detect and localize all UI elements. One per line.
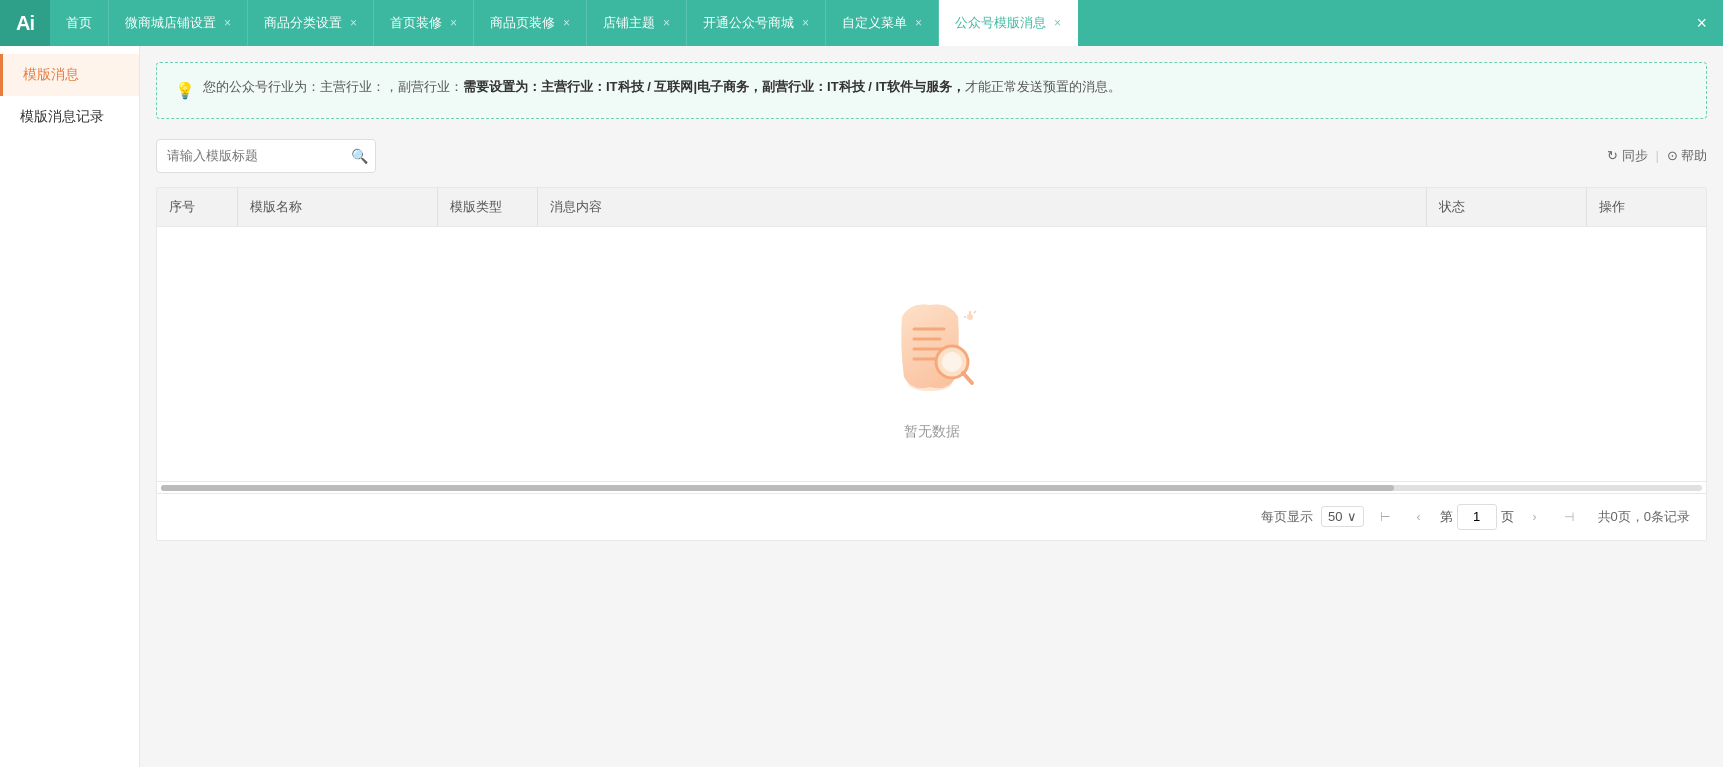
search-bar: 🔍 ↻ 同步 | ⊙ 帮助 xyxy=(156,139,1707,173)
nav-tab-label-4: 商品页装修 xyxy=(490,14,555,32)
sidebar-item-0[interactable]: 模版消息 xyxy=(0,54,139,96)
table-header-col-2: 模版类型 xyxy=(437,188,537,226)
nav-tab-label-1: 微商城店铺设置 xyxy=(125,14,216,32)
table-header-col-0: 序号 xyxy=(157,188,237,226)
table-header-col-5: 操作 xyxy=(1586,188,1706,226)
search-input-wrap: 🔍 xyxy=(156,139,376,173)
help-button[interactable]: ⊙ 帮助 xyxy=(1667,147,1707,165)
page-input-wrap: 第 页 xyxy=(1440,504,1514,530)
nav-tab-label-5: 店铺主题 xyxy=(603,14,655,32)
nav-tab-label-8: 公众号模版消息 xyxy=(955,14,1046,32)
industry-alert: 💡 您的公众号行业为：主营行业：，副营行业：需要设置为：主营行业：IT科技 / … xyxy=(156,62,1707,119)
nav-tab-6[interactable]: 开通公众号商城 × xyxy=(687,0,826,46)
divider: | xyxy=(1656,148,1659,163)
search-input[interactable] xyxy=(156,139,376,173)
help-icon: ⊙ xyxy=(1667,148,1678,163)
empty-illustration xyxy=(872,287,992,407)
sync-button[interactable]: ↻ 同步 xyxy=(1607,147,1648,165)
nav-tab-close-4[interactable]: × xyxy=(563,16,570,30)
sync-icon: ↻ xyxy=(1607,148,1618,163)
nav-tab-close-5[interactable]: × xyxy=(663,16,670,30)
svg-line-7 xyxy=(963,373,972,383)
nav-tab-close-1[interactable]: × xyxy=(224,16,231,30)
nav-tab-8[interactable]: 公众号模版消息 × xyxy=(939,0,1078,46)
scrollbar-thumb[interactable] xyxy=(161,485,1394,491)
scrollbar-track xyxy=(161,485,1702,491)
svg-point-6 xyxy=(942,352,962,372)
main-layout: 模版消息模版消息记录 💡 您的公众号行业为：主营行业：，副营行业：需要设置为：主… xyxy=(0,46,1723,767)
nav-tab-0[interactable]: 首页 xyxy=(50,0,109,46)
nav-tab-close-7[interactable]: × xyxy=(915,16,922,30)
empty-state: 暂无数据 xyxy=(157,227,1706,481)
table-header-col-1: 模版名称 xyxy=(237,188,437,226)
nav-tab-close-6[interactable]: × xyxy=(802,16,809,30)
nav-tab-label-6: 开通公众号商城 xyxy=(703,14,794,32)
nav-tab-close-8[interactable]: × xyxy=(1054,16,1061,30)
nav-tab-label-7: 自定义菜单 xyxy=(842,14,907,32)
nav-tab-5[interactable]: 店铺主题 × xyxy=(587,0,687,46)
per-page-select[interactable]: 50 ∨ xyxy=(1321,506,1363,527)
global-close-button[interactable]: × xyxy=(1680,0,1723,46)
pagination: 每页显示 50 ∨ ⊢ ‹ 第 页 › ⊣ 共0页，0条记录 xyxy=(157,493,1706,540)
total-info: 共0页，0条记录 xyxy=(1598,508,1690,526)
svg-line-11 xyxy=(974,311,976,313)
horizontal-scrollbar[interactable] xyxy=(157,481,1706,493)
nav-tab-3[interactable]: 首页装修 × xyxy=(374,0,474,46)
nav-tab-2[interactable]: 商品分类设置 × xyxy=(248,0,374,46)
empty-text: 暂无数据 xyxy=(904,423,960,441)
nav-tab-close-3[interactable]: × xyxy=(450,16,457,30)
table-header-col-3: 消息内容 xyxy=(537,188,1426,226)
prev-page-button[interactable]: ‹ xyxy=(1406,504,1432,530)
next-page-button[interactable]: › xyxy=(1522,504,1548,530)
nav-tab-label-0: 首页 xyxy=(66,14,92,32)
top-nav: Ai 首页微商城店铺设置×商品分类设置×首页装修×商品页装修×店铺主题×开通公众… xyxy=(0,0,1723,46)
content-area: 💡 您的公众号行业为：主营行业：，副营行业：需要设置为：主营行业：IT科技 / … xyxy=(140,46,1723,767)
sidebar: 模版消息模版消息记录 xyxy=(0,46,140,767)
table-header-col-4: 状态 xyxy=(1426,188,1586,226)
page-input[interactable] xyxy=(1457,504,1497,530)
search-icon[interactable]: 🔍 xyxy=(351,148,368,164)
table-header: 序号模版名称模版类型消息内容状态操作 xyxy=(157,188,1706,227)
sidebar-item-1[interactable]: 模版消息记录 xyxy=(0,96,139,138)
nav-tab-4[interactable]: 商品页装修 × xyxy=(474,0,587,46)
nav-tab-7[interactable]: 自定义菜单 × xyxy=(826,0,939,46)
data-table: 序号模版名称模版类型消息内容状态操作 xyxy=(156,187,1707,541)
first-page-button[interactable]: ⊢ xyxy=(1372,504,1398,530)
nav-tab-1[interactable]: 微商城店铺设置 × xyxy=(109,0,248,46)
logo: Ai xyxy=(0,0,50,46)
per-page-label: 每页显示 xyxy=(1261,508,1313,526)
nav-tab-label-3: 首页装修 xyxy=(390,14,442,32)
right-actions: ↻ 同步 | ⊙ 帮助 xyxy=(1607,147,1707,165)
alert-icon: 💡 xyxy=(175,78,195,104)
nav-tab-close-2[interactable]: × xyxy=(350,16,357,30)
chevron-down-icon: ∨ xyxy=(1347,509,1357,524)
alert-text: 您的公众号行业为：主营行业：，副营行业：需要设置为：主营行业：IT科技 / 互联… xyxy=(203,77,1121,98)
last-page-button[interactable]: ⊣ xyxy=(1556,504,1582,530)
nav-tab-label-2: 商品分类设置 xyxy=(264,14,342,32)
